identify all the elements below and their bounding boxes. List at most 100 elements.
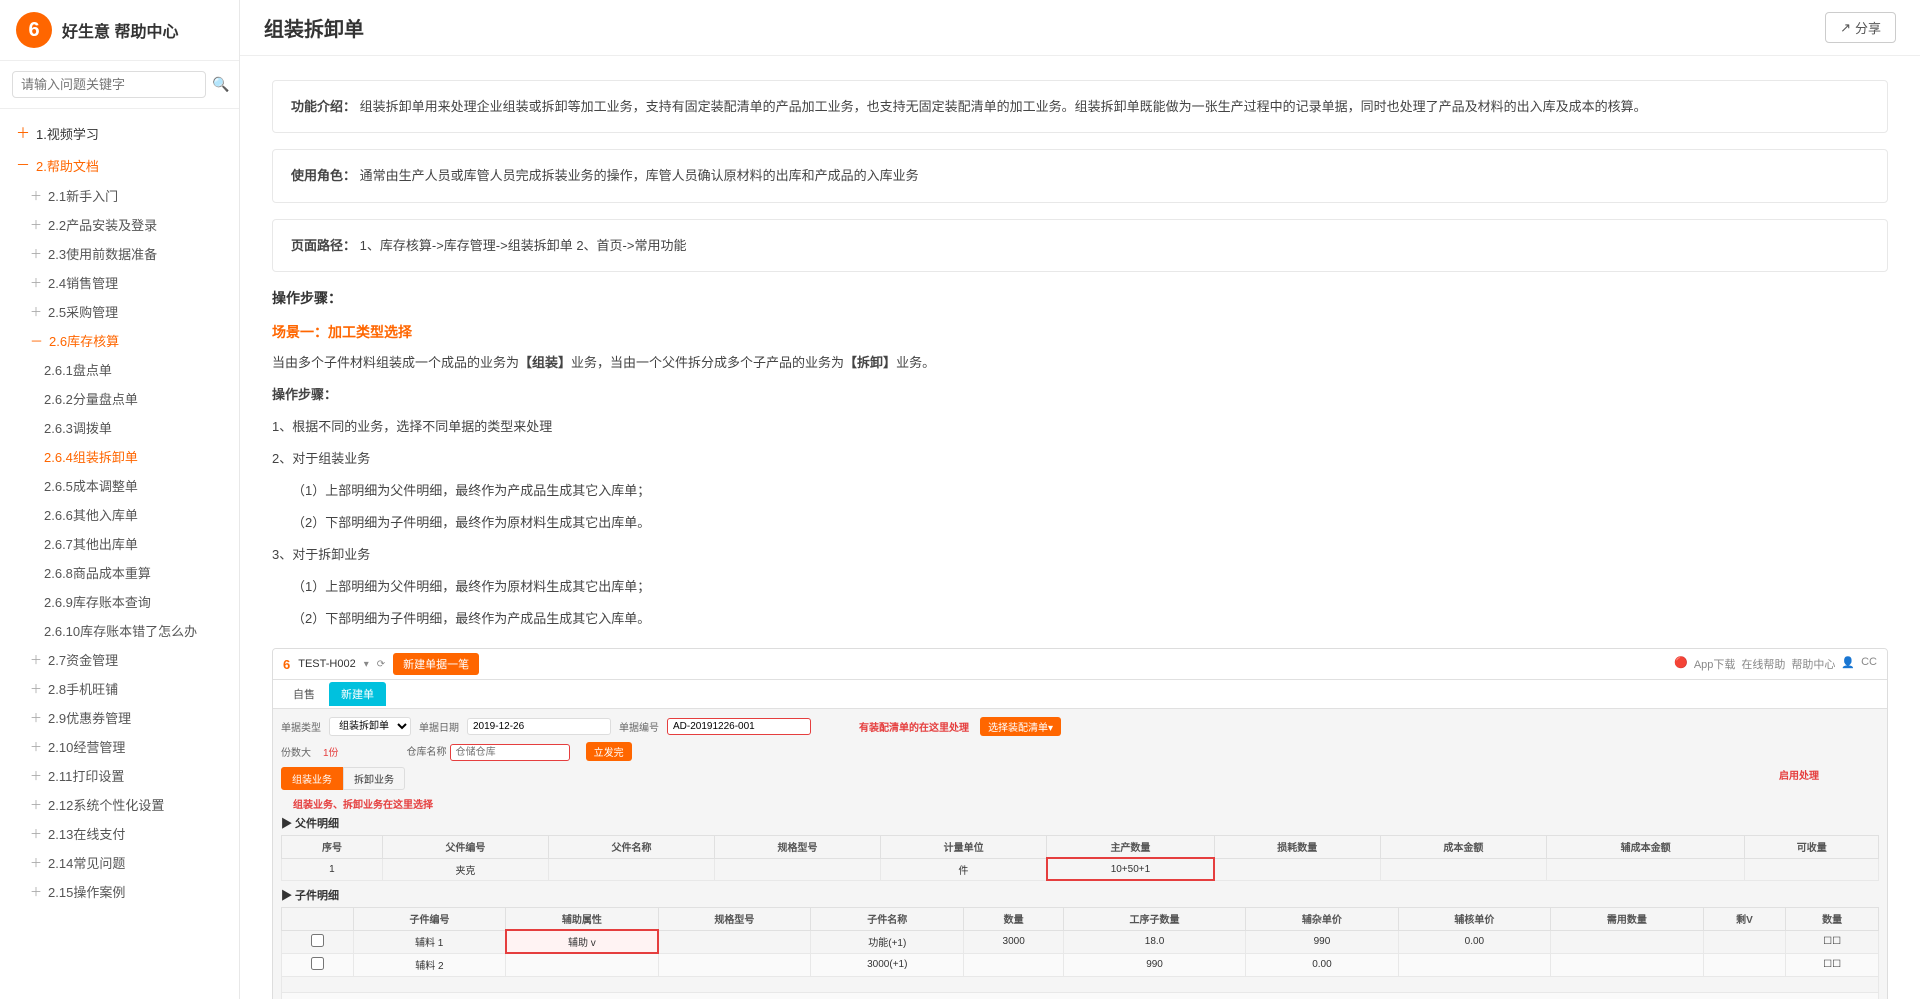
intro-text: 组装拆卸单用来处理企业组装或拆卸等加工业务，支持有固定装配清单的产品加工业务，也… bbox=[360, 99, 1647, 114]
mock-lcol-auxprice: 辅杂单价 bbox=[1246, 908, 1398, 931]
step2-2: （2）下部明细为子件明细，最终作为原材料生成其它出库单。 bbox=[272, 510, 1888, 536]
sidebar-item-partialtake[interactable]: 2.6.2分量盘点单 bbox=[0, 384, 239, 413]
share-button[interactable]: ↗ 分享 bbox=[1825, 12, 1896, 43]
cell-sub-no: 辅料 1 bbox=[353, 930, 505, 953]
mock-lower-area: 子件编号 辅助属性 规格型号 子件名称 数量 工序子数量 辅杂单价 辅核单价 需… bbox=[281, 907, 1879, 999]
mock-warehouse-area: 仓库名称 bbox=[407, 743, 570, 761]
mock-new-btn[interactable]: 新建单据一笔 bbox=[393, 653, 479, 675]
cell-check2[interactable] bbox=[282, 953, 354, 976]
mock-seg-disassemble[interactable]: 拆卸业务 bbox=[343, 767, 405, 790]
plus-icon: ＋ bbox=[30, 274, 42, 291]
sidebar-item-stocktake[interactable]: 2.6.1盘点单 bbox=[0, 355, 239, 384]
sidebar-item-video[interactable]: ＋ 1.视频学习 bbox=[0, 117, 239, 149]
mock-col-lossqty: 损耗数量 bbox=[1214, 836, 1380, 859]
sidebar-item-install[interactable]: ＋ 2.2产品安装及登录 bbox=[0, 210, 239, 239]
role-label: 使用角色： bbox=[291, 168, 356, 183]
mock-upper-section-label: ▶ 父件明细 bbox=[281, 815, 1879, 831]
search-icon[interactable]: 🔍 bbox=[212, 76, 229, 93]
cell-sub-final: ☐☐ bbox=[1786, 930, 1879, 953]
mock-bill-input[interactable] bbox=[667, 718, 811, 735]
mock-type-select[interactable]: 组装拆卸单 bbox=[329, 717, 411, 736]
mock-body: 单据类型 组装拆卸单 单据日期 单据编号 有装配清单的在这里处理 选择装配清单▾ bbox=[273, 709, 1887, 999]
mock-lower-table: 子件编号 辅助属性 规格型号 子件名称 数量 工序子数量 辅杂单价 辅核单价 需… bbox=[281, 907, 1879, 999]
sidebar-item-purchase[interactable]: ＋ 2.5采购管理 bbox=[0, 297, 239, 326]
sidebar-item-sales[interactable]: ＋ 2.4销售管理 bbox=[0, 268, 239, 297]
mock-col-unit: 计量单位 bbox=[881, 836, 1047, 859]
role-text: 通常由生产人员或库管人员完成拆装业务的操作，库管人员确认原材料的出库和产成品的入… bbox=[360, 168, 919, 183]
mock-col-seq: 序号 bbox=[282, 836, 383, 859]
table-row bbox=[282, 976, 1879, 992]
mock-lcol-finalqty: 数量 bbox=[1786, 908, 1879, 931]
sidebar-item-cases[interactable]: ＋ 2.15操作案例 bbox=[0, 877, 239, 906]
cell-sub-spec bbox=[658, 930, 810, 953]
cell-sub-attr2 bbox=[506, 953, 658, 976]
sidebar-item-assembly[interactable]: 2.6.4组装拆卸单 bbox=[0, 442, 239, 471]
sidebar-item-inventory[interactable]: － 2.6库存核算 bbox=[0, 326, 239, 355]
mock-lcol-v: 剩V bbox=[1703, 908, 1786, 931]
cell-avail bbox=[1745, 858, 1879, 880]
mock-type-label: 单据类型 bbox=[281, 719, 321, 734]
sidebar-item-otherIN[interactable]: 2.6.6其他入库单 bbox=[0, 500, 239, 529]
empty-row2 bbox=[282, 992, 1879, 999]
plus-icon: ＋ bbox=[30, 854, 42, 871]
table-row: 辅料 1 辅助 v 功能(+1) 3000 18.0 990 0.00 bbox=[282, 930, 1879, 953]
sidebar-item-costadj[interactable]: 2.6.5成本调整单 bbox=[0, 471, 239, 500]
sidebar-item-online[interactable]: ＋ 2.13在线支付 bbox=[0, 819, 239, 848]
mock-bell-icon: 🔴 bbox=[1674, 656, 1688, 672]
mock-lcol-check bbox=[282, 908, 354, 931]
mock-lcol-qty: 数量 bbox=[964, 908, 1063, 931]
sidebar-item-custom[interactable]: ＋ 2.12系统个性化设置 bbox=[0, 790, 239, 819]
sidebar-item-faq[interactable]: ＋ 2.14常见问题 bbox=[0, 848, 239, 877]
mock-refresh-icon: ⟳ bbox=[377, 659, 385, 670]
sidebar-item-otherOUT[interactable]: 2.6.7其他出库单 bbox=[0, 529, 239, 558]
sidebar-item-newcomer[interactable]: ＋ 2.1新手入门 bbox=[0, 181, 239, 210]
sidebar-item-goodscost[interactable]: 2.6.8商品成本重算 bbox=[0, 558, 239, 587]
plus-icon: ＋ bbox=[30, 796, 42, 813]
mock-count-value: 1份 bbox=[323, 744, 339, 759]
cell-sub-auxcost2 bbox=[1398, 953, 1550, 976]
cell-sub-auxprice: 990 bbox=[1246, 930, 1398, 953]
search-input[interactable] bbox=[12, 71, 206, 98]
cell-main-qty: 10+50+1 bbox=[1047, 858, 1215, 880]
mock-confirm-btn[interactable]: 立发完 bbox=[586, 742, 632, 761]
plus-icon: ＋ bbox=[30, 216, 42, 233]
scene1-desc: 当由多个子件材料组装成一个成品的业务为【组装】业务，当由一个父件拆分成多个子产品… bbox=[272, 350, 1888, 376]
search-box: 🔍 bbox=[0, 61, 239, 109]
sidebar-item-ledger[interactable]: 2.6.9库存账本查询 bbox=[0, 587, 239, 616]
sidebar-item-capital[interactable]: ＋ 2.7资金管理 bbox=[0, 645, 239, 674]
sidebar-item-print[interactable]: ＋ 2.11打印设置 bbox=[0, 761, 239, 790]
sidebar-item-docs[interactable]: － 2.帮助文档 bbox=[0, 149, 239, 181]
ops-heading: 操作步骤： bbox=[272, 288, 1888, 308]
sidebar-item-adjust[interactable]: 2.6.3调拨单 bbox=[0, 413, 239, 442]
mock-date-label: 单据日期 bbox=[419, 719, 459, 734]
minus-icon: － bbox=[16, 155, 30, 175]
mock-home-label: 帮助中心 bbox=[1791, 656, 1835, 672]
intro-label: 功能介绍： bbox=[291, 99, 356, 114]
mock-topbar: 6 TEST-H002 ▾ ⟳ 新建单据一笔 🔴 App下载 在线帮助 帮助中心… bbox=[273, 649, 1887, 680]
step1: 1、根据不同的业务，选择不同单据的类型来处理 bbox=[272, 414, 1888, 440]
sidebar-item-prepare[interactable]: ＋ 2.3使用前数据准备 bbox=[0, 239, 239, 268]
mock-seg-area: 组装业务 拆卸业务 组装业务、拆卸业务在这里选择 启用处理 bbox=[281, 767, 1879, 811]
mock-count-label: 份数大 bbox=[281, 744, 311, 759]
mock-tab-sell[interactable]: 自售 bbox=[281, 682, 327, 706]
mock-wh-input[interactable] bbox=[450, 744, 570, 761]
mock-app-label: App下载 bbox=[1694, 656, 1736, 672]
main-area: 组装拆卸单 ↗ 分享 功能介绍： 组装拆卸单用来处理企业组装或拆卸等加工业务，支… bbox=[240, 0, 1920, 999]
sidebar-item-mobile[interactable]: ＋ 2.8手机旺铺 bbox=[0, 674, 239, 703]
sidebar-item-coupon[interactable]: ＋ 2.9优惠券管理 bbox=[0, 703, 239, 732]
sidebar-item-ledgererr[interactable]: 2.6.10库存账本错了怎么办 bbox=[0, 616, 239, 645]
mock-tabs: 自售 新建单 bbox=[273, 680, 1887, 709]
mock-tab-new[interactable]: 新建单 bbox=[329, 682, 386, 706]
mock-user-icon: 👤 bbox=[1841, 656, 1855, 672]
mock-col-cost: 成本金额 bbox=[1380, 836, 1546, 859]
cell-check[interactable] bbox=[282, 930, 354, 953]
mock-col-partno: 父件编号 bbox=[382, 836, 548, 859]
mock-date-input[interactable] bbox=[467, 718, 611, 735]
sidebar-item-ops[interactable]: ＋ 2.10经营管理 bbox=[0, 732, 239, 761]
mock-lcol-procqty: 工序子数量 bbox=[1063, 908, 1245, 931]
steps-label: 操作步骤： bbox=[272, 382, 1888, 408]
mock-annotation-btn[interactable]: 选择装配清单▾ bbox=[980, 717, 1061, 736]
cell-sub-qty: 3000 bbox=[964, 930, 1063, 953]
logo-icon: 6 bbox=[16, 12, 52, 48]
mock-seg-assemble[interactable]: 组装业务 bbox=[281, 767, 343, 790]
